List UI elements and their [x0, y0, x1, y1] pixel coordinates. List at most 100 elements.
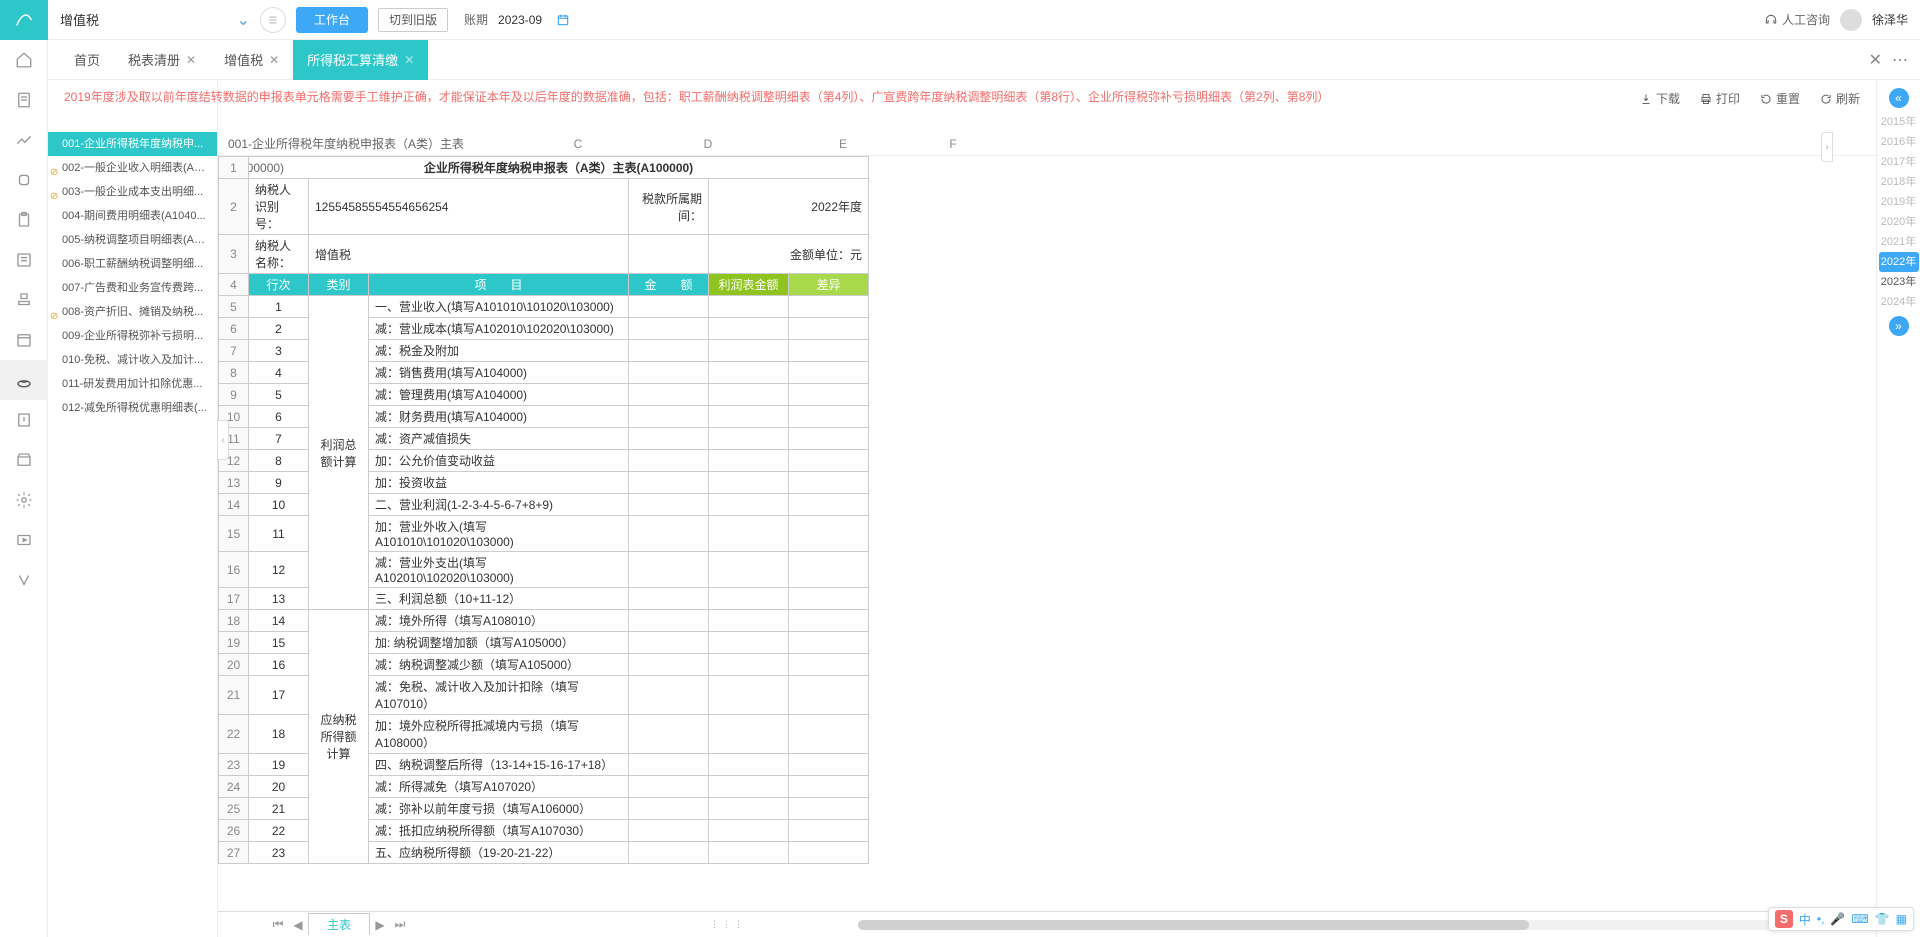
- cell-item[interactable]: 减：财务费用(填写A104000): [369, 406, 629, 428]
- company-select[interactable]: 增值税 ⌄: [60, 10, 250, 30]
- cell-value[interactable]: [629, 798, 709, 820]
- sheet-tab-last-icon[interactable]: ⏭: [390, 917, 410, 932]
- cell-value[interactable]: [789, 842, 869, 864]
- year-button[interactable]: 2021年: [1879, 232, 1919, 252]
- cell-value[interactable]: [709, 776, 789, 798]
- cell-value[interactable]: [789, 428, 869, 450]
- cell-value[interactable]: [789, 654, 869, 676]
- nav-video-icon[interactable]: [0, 520, 48, 560]
- cell-value[interactable]: [709, 406, 789, 428]
- cell-value[interactable]: [709, 676, 789, 715]
- cell-item[interactable]: 一、营业收入(填写A101010\101020\103000): [369, 296, 629, 318]
- switch-old-button[interactable]: 切到旧版: [378, 8, 448, 32]
- nav-export-icon[interactable]: [0, 400, 48, 440]
- year-up-icon[interactable]: «: [1889, 88, 1909, 108]
- cell-rowno[interactable]: 10: [249, 494, 309, 516]
- close-icon[interactable]: ✕: [186, 53, 196, 67]
- cell-item[interactable]: 加：公允价值变动收益: [369, 450, 629, 472]
- cell-rowno[interactable]: 20: [249, 776, 309, 798]
- cell-value[interactable]: [789, 552, 869, 588]
- cell-rowno[interactable]: 13: [249, 588, 309, 610]
- cell-value[interactable]: [709, 610, 789, 632]
- cell-value[interactable]: [709, 842, 789, 864]
- cell-item[interactable]: 三、利润总额（10+11-12）: [369, 588, 629, 610]
- form-list-item[interactable]: 012-减免所得税优惠明细表(...: [48, 396, 217, 420]
- nav-stamp-icon[interactable]: [0, 280, 48, 320]
- cell-rowno[interactable]: 15: [249, 632, 309, 654]
- cell-item[interactable]: 四、纳税调整后所得（13-14+15-16-17+18）: [369, 754, 629, 776]
- cell-value[interactable]: [629, 754, 709, 776]
- cell-value[interactable]: [789, 450, 869, 472]
- nav-v-icon[interactable]: [0, 560, 48, 600]
- cell-rowno[interactable]: 23: [249, 842, 309, 864]
- cell-rowno[interactable]: 16: [249, 654, 309, 676]
- nav-money-icon[interactable]: [0, 160, 48, 200]
- cell-value[interactable]: [789, 798, 869, 820]
- cell-value[interactable]: [709, 516, 789, 552]
- cell-item[interactable]: 加：投资收益: [369, 472, 629, 494]
- cell-value[interactable]: [709, 798, 789, 820]
- cell-value[interactable]: [629, 610, 709, 632]
- cell-value[interactable]: [709, 820, 789, 842]
- cell-value[interactable]: [629, 494, 709, 516]
- spreadsheet[interactable]: 1企业所得税年度纳税申报表（A类）主表(A100000) 2 纳税人识别号： 1…: [218, 156, 869, 864]
- cell-value[interactable]: [629, 588, 709, 610]
- cell-value[interactable]: [789, 318, 869, 340]
- cell-value[interactable]: [789, 296, 869, 318]
- cell-value[interactable]: [709, 472, 789, 494]
- cell-value[interactable]: [709, 318, 789, 340]
- cell-value[interactable]: [789, 776, 869, 798]
- cell-rowno[interactable]: 6: [249, 406, 309, 428]
- year-down-icon[interactable]: »: [1889, 316, 1909, 336]
- form-list-item[interactable]: 004-期间费用明细表(A1040...: [48, 204, 217, 228]
- form-list-item[interactable]: 001-企业所得税年度纳税申...: [48, 132, 217, 156]
- sheet-tab-next-icon[interactable]: ▶: [370, 918, 390, 932]
- print-link[interactable]: 打印: [1700, 90, 1740, 107]
- cell-value[interactable]: [709, 340, 789, 362]
- cell-value[interactable]: [629, 776, 709, 798]
- workbench-button[interactable]: 工作台: [296, 7, 368, 33]
- cell-value[interactable]: [629, 428, 709, 450]
- hscrollbar[interactable]: [858, 920, 1816, 930]
- cell-rowno[interactable]: 22: [249, 820, 309, 842]
- cell-item[interactable]: 减：销售费用(填写A104000): [369, 362, 629, 384]
- cell-value[interactable]: [789, 610, 869, 632]
- cell-item[interactable]: 减：抵扣应纳税所得额（填写A107030）: [369, 820, 629, 842]
- cell-rowno[interactable]: 4: [249, 362, 309, 384]
- form-list-item[interactable]: 011-研发费用加计扣除优惠...: [48, 372, 217, 396]
- year-button[interactable]: 2020年: [1879, 212, 1919, 232]
- tabs-more-icon[interactable]: ⋯: [1892, 50, 1908, 70]
- cell-value[interactable]: [709, 384, 789, 406]
- cell-value[interactable]: [709, 494, 789, 516]
- form-list-item[interactable]: 007-广告费和业务宣传费跨...: [48, 276, 217, 300]
- close-icon[interactable]: ✕: [404, 53, 414, 67]
- form-list-item[interactable]: 006-职工薪酬纳税调整明细...: [48, 252, 217, 276]
- cell-value[interactable]: [789, 632, 869, 654]
- tab-home[interactable]: 首页: [60, 40, 114, 80]
- cell-item[interactable]: 加：营业外收入(填写A101010\101020\103000): [369, 516, 629, 552]
- cell-value[interactable]: [629, 676, 709, 715]
- cell-value[interactable]: [629, 340, 709, 362]
- cell-value[interactable]: [709, 654, 789, 676]
- form-list-item[interactable]: 009-企业所得税弥补亏损明...: [48, 324, 217, 348]
- expand-right-icon[interactable]: ›: [1821, 132, 1833, 162]
- cell-rowno[interactable]: 12: [249, 552, 309, 588]
- cell-item[interactable]: 减：管理费用(填写A104000): [369, 384, 629, 406]
- cell-value[interactable]: [629, 552, 709, 588]
- cell-value[interactable]: [789, 820, 869, 842]
- cell-value[interactable]: [709, 428, 789, 450]
- avatar[interactable]: [1840, 9, 1862, 31]
- nav-gear-icon[interactable]: [0, 480, 48, 520]
- year-button[interactable]: 2017年: [1879, 152, 1919, 172]
- cell-item[interactable]: 减：所得减免（填写A107020）: [369, 776, 629, 798]
- cell-value[interactable]: [629, 842, 709, 864]
- reset-link[interactable]: 重置: [1760, 90, 1800, 107]
- period-value[interactable]: 2022年度: [709, 179, 869, 235]
- cell-item[interactable]: 减：营业外支出(填写A102010\102020\103000): [369, 552, 629, 588]
- cell-value[interactable]: [629, 632, 709, 654]
- cell-value[interactable]: [629, 450, 709, 472]
- cell-item[interactable]: 加：境外应税所得抵减境内亏损（填写A108000）: [369, 715, 629, 754]
- cell-value[interactable]: [789, 588, 869, 610]
- year-button[interactable]: 2015年: [1879, 112, 1919, 132]
- cell-item[interactable]: 加: 纳税调整增加额（填写A105000）: [369, 632, 629, 654]
